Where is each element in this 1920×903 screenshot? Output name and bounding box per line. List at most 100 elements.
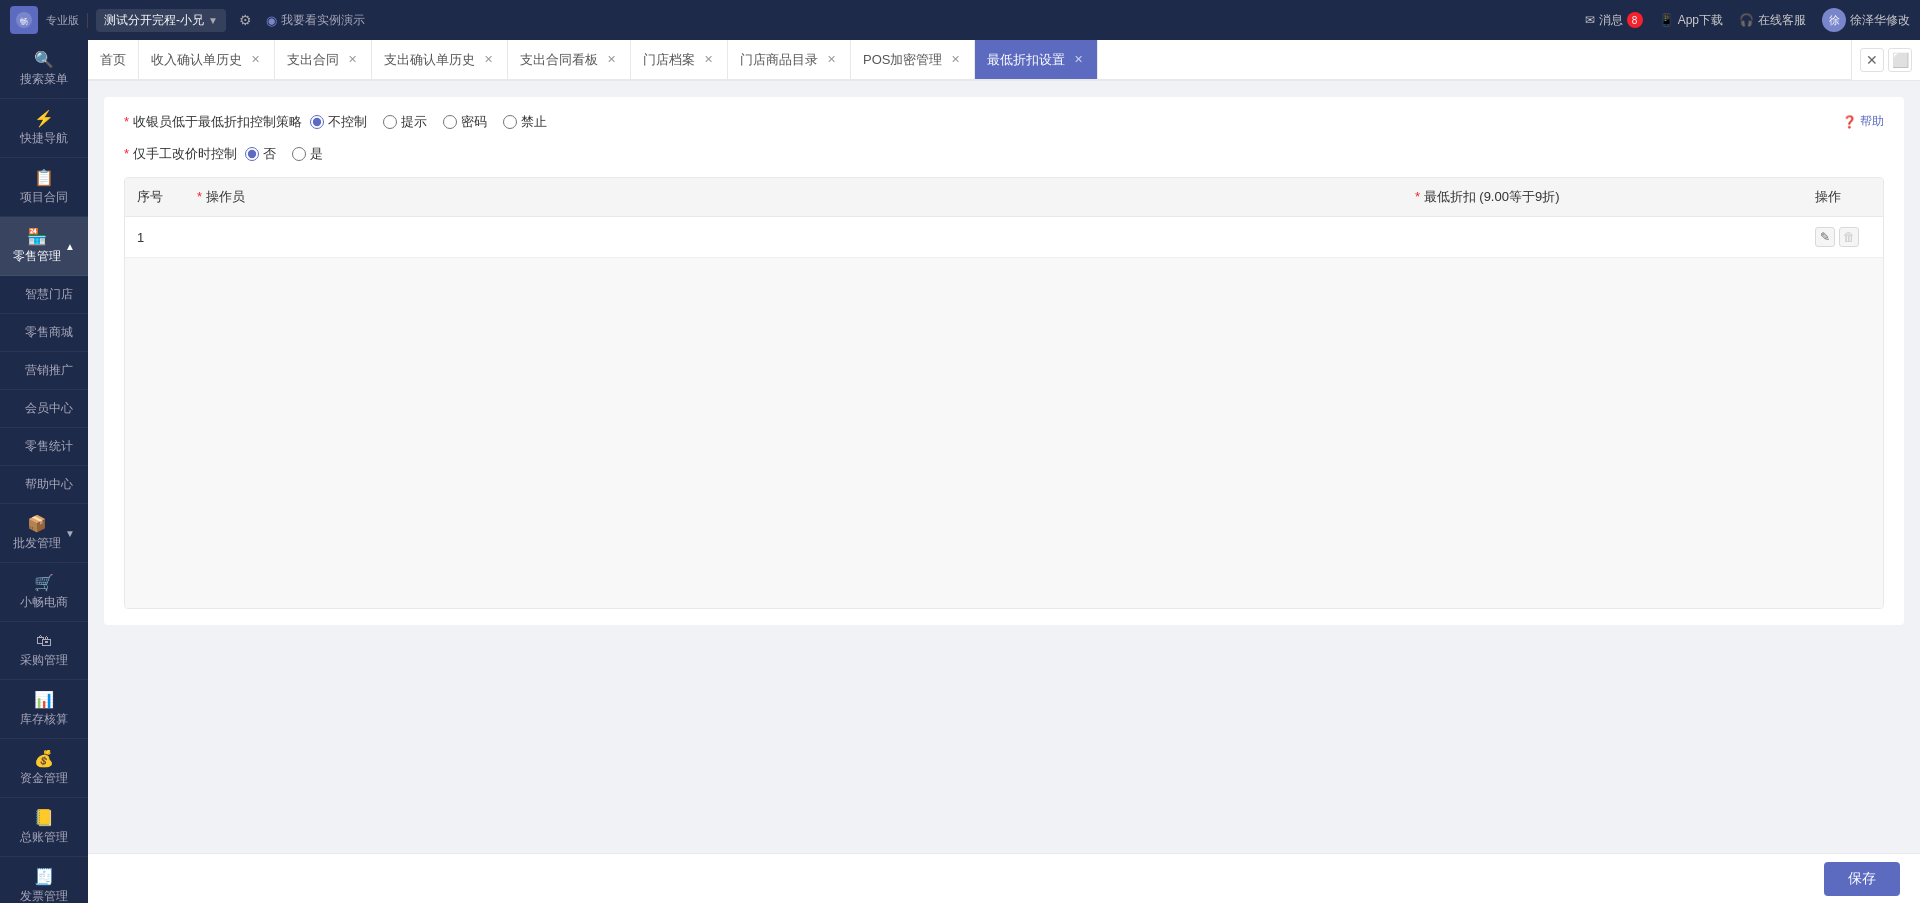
sidebar-item-finance-mgmt[interactable]: 💰 资金管理 — [0, 739, 88, 798]
sidebar-item-purchase-mgmt[interactable]: 🛍 采购管理 — [0, 622, 88, 680]
discount-option-no-control-label: 不控制 — [328, 113, 367, 131]
sidebar-item-retail-stats[interactable]: 零售统计 — [0, 428, 88, 466]
cell-operator — [185, 217, 1403, 258]
footer-bar: 保存 — [88, 853, 1920, 903]
tab-payment-history[interactable]: 支出确认单历史 ✕ — [372, 40, 508, 80]
tab-payment-board[interactable]: 支出合同看板 ✕ — [508, 40, 631, 80]
sidebar-item-retail-mall[interactable]: 零售商城 — [0, 314, 88, 352]
sidebar-item-quick-nav[interactable]: ⚡ 快捷导航 — [0, 99, 88, 158]
col-header-action: 操作 — [1803, 178, 1883, 217]
ledger-mgmt-icon: 📒 — [6, 808, 82, 827]
discount-control-label: * 收银员低于最低折扣控制策略 — [124, 113, 302, 131]
tab-pos-password[interactable]: POS加密管理 ✕ — [851, 40, 975, 80]
tab-payment-contract-close[interactable]: ✕ — [345, 53, 359, 67]
save-button[interactable]: 保存 — [1824, 862, 1900, 896]
tab-home-label: 首页 — [100, 51, 126, 69]
sidebar-item-project-contract[interactable]: 📋 项目合同 — [0, 158, 88, 217]
tab-income-history[interactable]: 收入确认单历史 ✕ — [139, 40, 275, 80]
close-tab-button[interactable]: ✕ — [1860, 48, 1884, 72]
retail-mgmt-icon: 🏪 — [13, 227, 61, 246]
discount-option-no-control-radio[interactable] — [310, 115, 324, 129]
messages-label: 消息 — [1599, 12, 1623, 29]
user-profile-button[interactable]: 徐 徐泽华修改 — [1822, 8, 1910, 32]
sidebar-item-ledger-mgmt[interactable]: 📒 总账管理 — [0, 798, 88, 857]
tab-store-products[interactable]: 门店商品目录 ✕ — [728, 40, 851, 80]
discount-control-required: * — [124, 114, 129, 129]
tab-payment-contract[interactable]: 支出合同 ✕ — [275, 40, 372, 80]
tab-payment-board-close[interactable]: ✕ — [604, 53, 618, 67]
sidebar-item-marketing[interactable]: 营销推广 — [0, 352, 88, 390]
quick-nav-icon: ⚡ — [6, 109, 82, 128]
header-settings-button[interactable]: ⚙ — [234, 8, 258, 32]
table-container: 序号 * 操作员 * 最低折扣 (9.00等于9折) — [124, 177, 1884, 609]
discount-option-forbid[interactable]: 禁止 — [503, 113, 547, 131]
project-selector[interactable]: 测试分开完程-小兄 ▼ — [96, 9, 226, 32]
col-header-seq: 序号 — [125, 178, 185, 217]
demo-link-label: 我要看实例演示 — [281, 12, 365, 29]
manual-price-no-radio[interactable] — [245, 147, 259, 161]
sidebar-item-help-center[interactable]: 帮助中心 — [0, 466, 88, 504]
manual-price-yes[interactable]: 是 — [292, 145, 323, 163]
manual-price-yes-radio[interactable] — [292, 147, 306, 161]
discount-option-remind-radio[interactable] — [383, 115, 397, 129]
tab-home[interactable]: 首页 — [88, 40, 139, 80]
sidebar-item-search[interactable]: 🔍 搜索菜单 — [0, 40, 88, 99]
tab-payment-history-close[interactable]: ✕ — [481, 53, 495, 67]
sidebar-item-label: 项目合同 — [6, 189, 82, 206]
help-icon: ❓ — [1842, 115, 1857, 129]
sidebar-item-ecommerce[interactable]: 🛒 小畅电商 — [0, 563, 88, 622]
tab-income-history-close[interactable]: ✕ — [248, 53, 262, 67]
row-edit-button[interactable]: ✎ — [1815, 227, 1835, 247]
cell-seq: 1 — [125, 217, 185, 258]
discount-option-password-radio[interactable] — [443, 115, 457, 129]
sidebar-item-batch-mgmt[interactable]: 📦 批发管理 ▼ — [0, 504, 88, 563]
sidebar-item-inventory[interactable]: 📊 库存核算 — [0, 680, 88, 739]
sidebar-item-label: 零售商城 — [16, 324, 82, 341]
tab-store-products-close[interactable]: ✕ — [824, 53, 838, 67]
demo-link[interactable]: ◉ 我要看实例演示 — [266, 12, 365, 29]
batch-mgmt-expand-icon: ▼ — [65, 528, 75, 539]
sidebar-item-invoice-mgmt[interactable]: 🧾 发票管理 — [0, 857, 88, 903]
sidebar-item-label: 零售统计 — [16, 438, 82, 455]
sidebar-item-member-center[interactable]: 会员中心 — [0, 390, 88, 428]
col-header-operator: * 操作员 — [185, 178, 1403, 217]
tab-store-file[interactable]: 门店档案 ✕ — [631, 40, 728, 80]
tab-pos-password-close[interactable]: ✕ — [948, 53, 962, 67]
restore-tab-button[interactable]: ⬜ — [1888, 48, 1912, 72]
sidebar-item-label: 总账管理 — [6, 829, 82, 846]
demo-icon: ◉ — [266, 13, 277, 28]
col-header-min-discount: * 最低折扣 (9.00等于9折) — [1403, 178, 1803, 217]
tab-bar: 首页 收入确认单历史 ✕ 支出合同 ✕ 支出确认单历史 ✕ 支出合同看板 ✕ — [88, 40, 1920, 80]
top-header: 畅 专业版 测试分开完程-小兄 ▼ ⚙ ◉ 我要看实例演示 ✉ 消息 8 📱 A… — [0, 0, 1920, 40]
discount-option-forbid-label: 禁止 — [521, 113, 547, 131]
tab-min-discount-close[interactable]: ✕ — [1071, 53, 1085, 67]
tab-store-file-close[interactable]: ✕ — [701, 53, 715, 67]
customer-service-icon: 🎧 — [1739, 13, 1754, 27]
sidebar-item-label: 智慧门店 — [16, 286, 82, 303]
manual-price-yes-label: 是 — [310, 145, 323, 163]
retail-mgmt-expand-icon: ▲ — [65, 241, 75, 252]
discount-option-forbid-radio[interactable] — [503, 115, 517, 129]
manual-price-no[interactable]: 否 — [245, 145, 276, 163]
sidebar-item-smart-store[interactable]: 智慧门店 — [0, 276, 88, 314]
app-download-button[interactable]: 📱 App下载 — [1659, 12, 1723, 29]
project-name: 测试分开完程-小兄 — [104, 12, 204, 29]
tab-min-discount[interactable]: 最低折扣设置 ✕ — [975, 40, 1098, 80]
help-button[interactable]: ❓ 帮助 — [1842, 113, 1884, 130]
messages-button[interactable]: ✉ 消息 8 — [1585, 12, 1643, 29]
row-delete-button[interactable]: 🗑 — [1839, 227, 1859, 247]
ecommerce-icon: 🛒 — [6, 573, 82, 592]
customer-service-button[interactable]: 🎧 在线客服 — [1739, 12, 1806, 29]
sidebar-item-label: 库存核算 — [6, 711, 82, 728]
header-left: 畅 专业版 测试分开完程-小兄 ▼ ⚙ ◉ 我要看实例演示 — [10, 6, 365, 34]
discount-option-no-control[interactable]: 不控制 — [310, 113, 367, 131]
tab-min-discount-label: 最低折扣设置 — [987, 51, 1065, 69]
app-download-label: App下载 — [1678, 12, 1723, 29]
discount-option-remind[interactable]: 提示 — [383, 113, 427, 131]
sidebar-item-retail-mgmt[interactable]: 🏪 零售管理 ▲ — [0, 217, 88, 276]
user-avatar: 徐 — [1822, 8, 1846, 32]
manual-price-required: * — [124, 146, 129, 161]
cell-min-discount — [1403, 217, 1803, 258]
discount-option-password[interactable]: 密码 — [443, 113, 487, 131]
form-card: ❓ 帮助 * 收银员低于最低折扣控制策略 不控制 — [104, 97, 1904, 625]
